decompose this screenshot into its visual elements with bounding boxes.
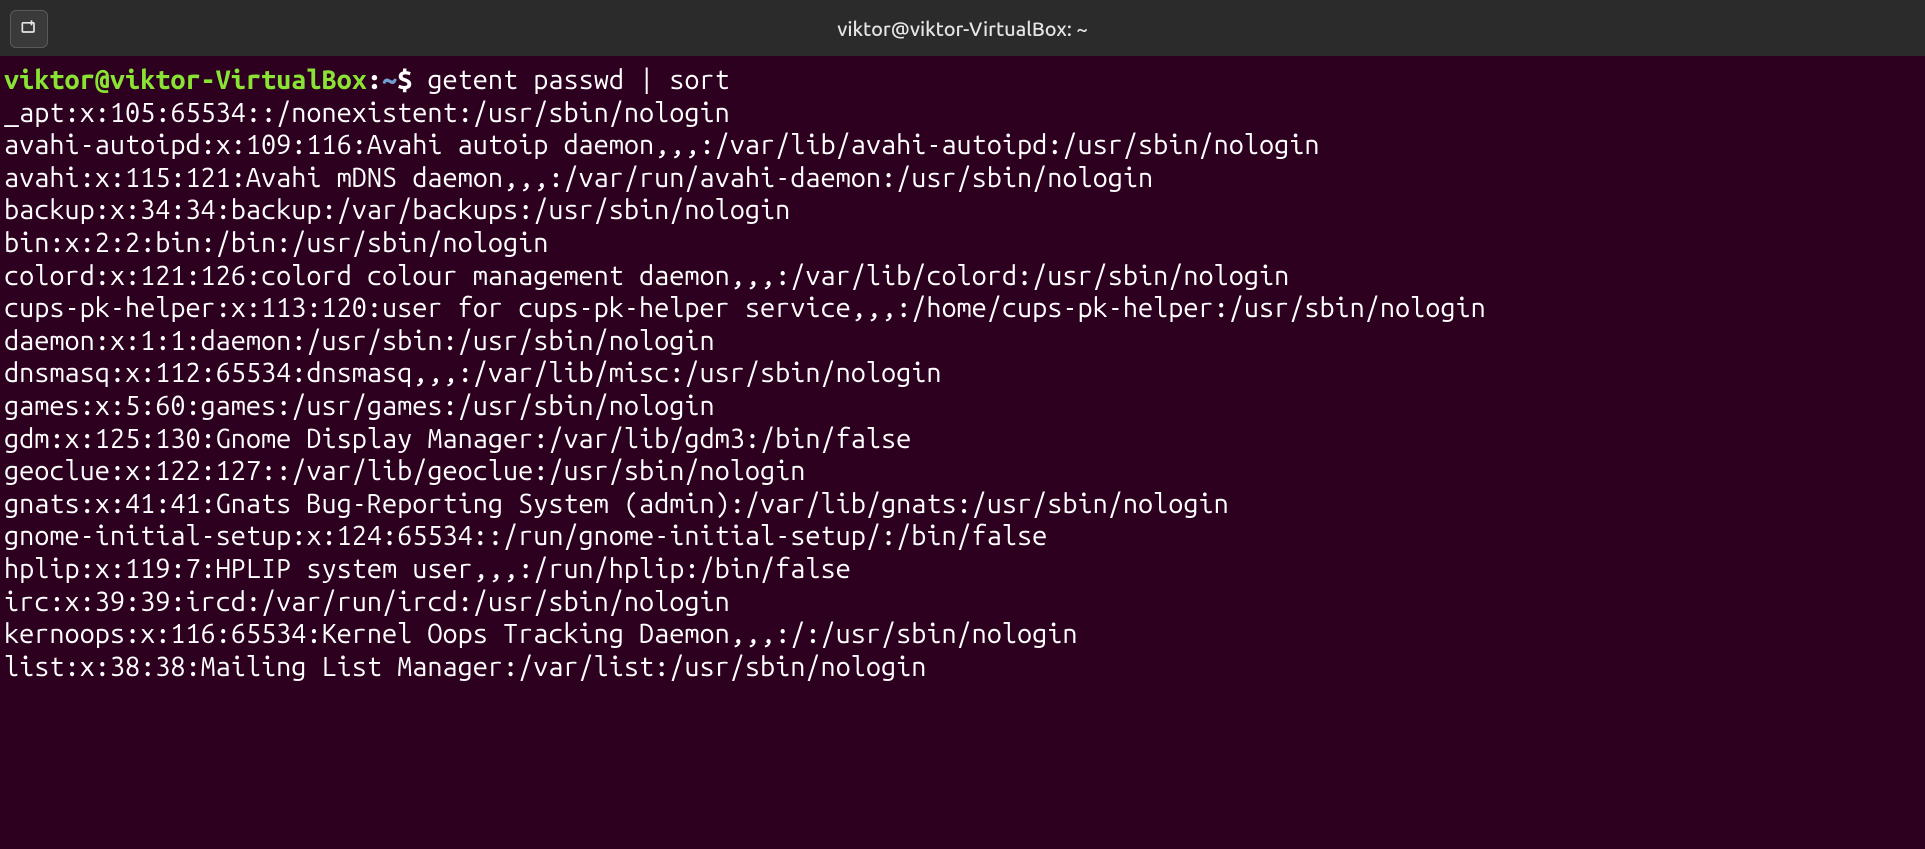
prompt-dollar: $ xyxy=(397,65,412,95)
new-tab-button[interactable] xyxy=(10,10,48,48)
output-line: kernoops:x:116:65534:Kernel Oops Trackin… xyxy=(4,618,1921,651)
output-line: cups-pk-helper:x:113:120:user for cups-p… xyxy=(4,292,1921,325)
window-titlebar: viktor@viktor-VirtualBox: ~ xyxy=(0,0,1925,56)
output-line: avahi:x:115:121:Avahi mDNS daemon,,,:/va… xyxy=(4,162,1921,195)
window-title: viktor@viktor-VirtualBox: ~ xyxy=(837,17,1088,40)
output-line: games:x:5:60:games:/usr/games:/usr/sbin/… xyxy=(4,390,1921,423)
output-line: gdm:x:125:130:Gnome Display Manager:/var… xyxy=(4,423,1921,456)
output-line: dnsmasq:x:112:65534:dnsmasq,,,:/var/lib/… xyxy=(4,357,1921,390)
output-line: colord:x:121:126:colord colour managemen… xyxy=(4,260,1921,293)
output-line: hplip:x:119:7:HPLIP system user,,,:/run/… xyxy=(4,553,1921,586)
output-line: avahi-autoipd:x:109:116:Avahi autoip dae… xyxy=(4,129,1921,162)
output-line: gnome-initial-setup:x:124:65534::/run/gn… xyxy=(4,520,1921,553)
output-line: geoclue:x:122:127::/var/lib/geoclue:/usr… xyxy=(4,455,1921,488)
output-line: backup:x:34:34:backup:/var/backups:/usr/… xyxy=(4,194,1921,227)
new-tab-icon xyxy=(19,17,39,41)
prompt-user-host: viktor@viktor-VirtualBox xyxy=(4,65,367,95)
output-line: gnats:x:41:41:Gnats Bug-Reporting System… xyxy=(4,488,1921,521)
prompt-path: ~ xyxy=(382,65,397,95)
output-line: irc:x:39:39:ircd:/var/run/ircd:/usr/sbin… xyxy=(4,586,1921,619)
prompt-line: viktor@viktor-VirtualBox:~$ getent passw… xyxy=(4,64,1921,97)
prompt-colon: : xyxy=(367,65,382,95)
output-line: _apt:x:105:65534::/nonexistent:/usr/sbin… xyxy=(4,97,1921,130)
output-line: daemon:x:1:1:daemon:/usr/sbin:/usr/sbin/… xyxy=(4,325,1921,358)
output-line: list:x:38:38:Mailing List Manager:/var/l… xyxy=(4,651,1921,684)
terminal-output: _apt:x:105:65534::/nonexistent:/usr/sbin… xyxy=(4,97,1921,684)
command-text: getent passwd | sort xyxy=(412,65,730,95)
output-line: bin:x:2:2:bin:/bin:/usr/sbin/nologin xyxy=(4,227,1921,260)
titlebar-left-controls xyxy=(10,10,48,48)
terminal-viewport[interactable]: viktor@viktor-VirtualBox:~$ getent passw… xyxy=(0,56,1925,691)
